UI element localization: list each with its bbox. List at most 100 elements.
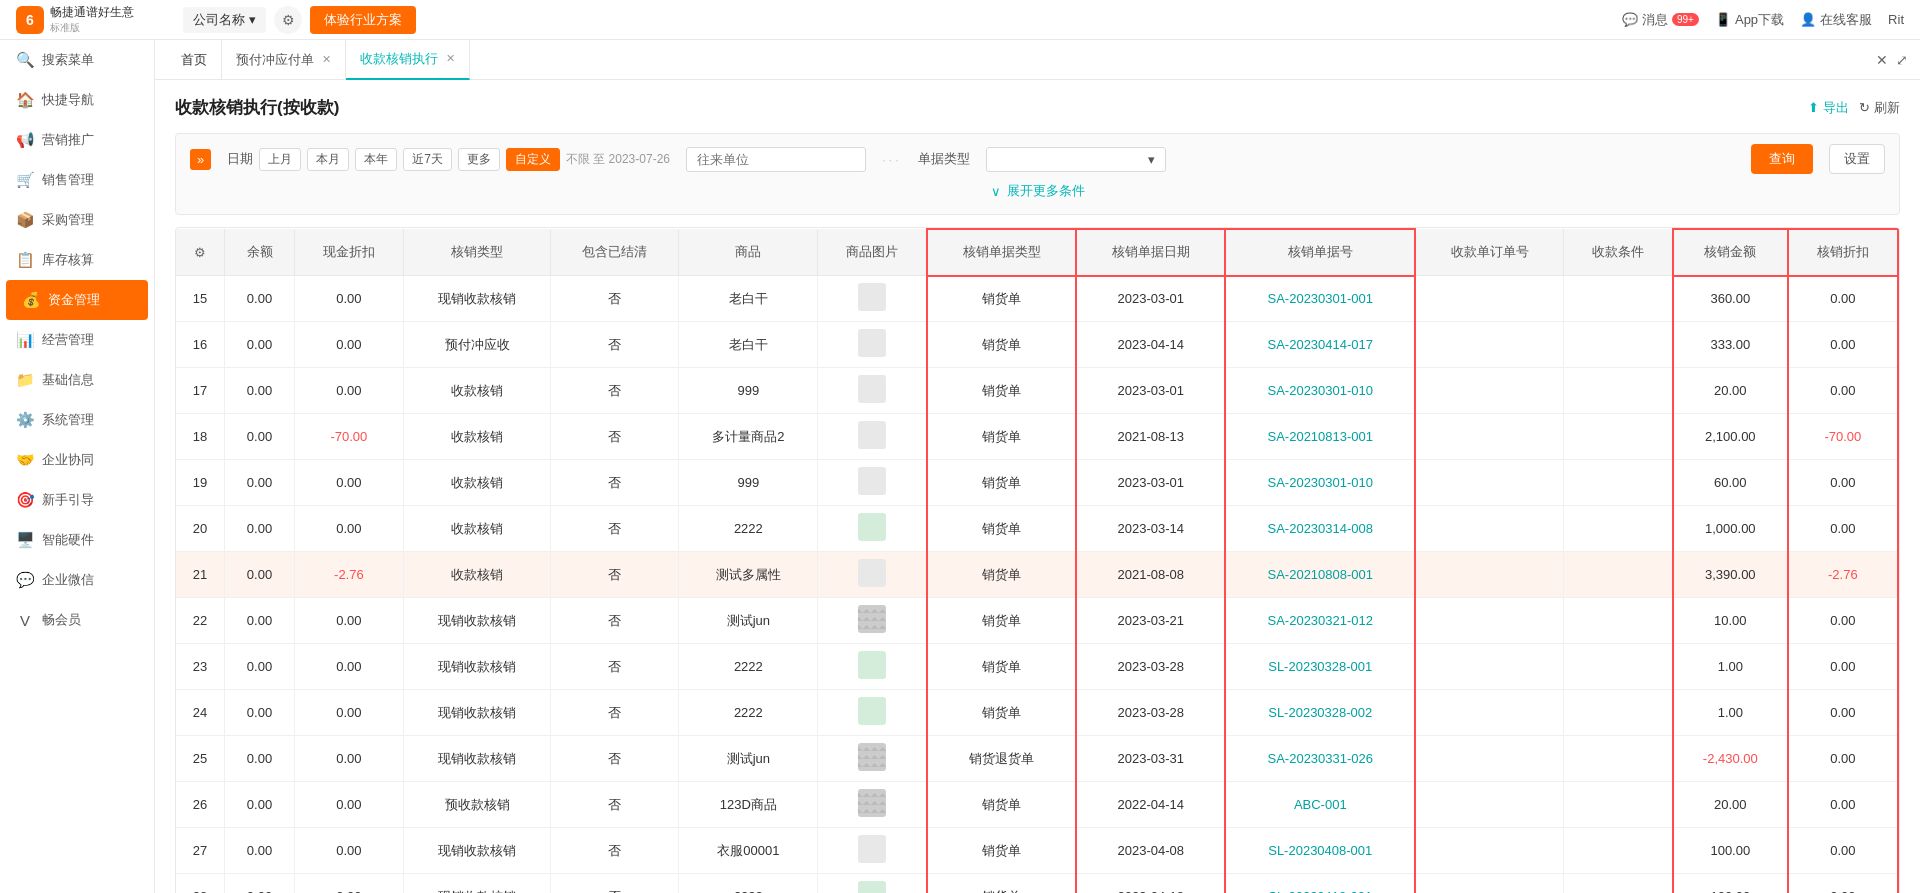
sidebar-item-basic[interactable]: 📁 基础信息 (0, 360, 154, 400)
cell-collection-order (1415, 276, 1563, 322)
cell-verify-date: 2023-03-28 (1076, 690, 1225, 736)
cell-goods-img (818, 690, 928, 736)
date-btn-custom[interactable]: 自定义 (506, 148, 560, 171)
goods-thumbnail (858, 467, 886, 495)
home-icon: 🏠 (16, 91, 34, 109)
cell-verify-amount: 3,390.00 (1673, 552, 1788, 598)
cell-cash-discount: 0.00 (295, 874, 404, 894)
sidebar-item-enterprise[interactable]: 🤝 企业协同 (0, 440, 154, 480)
sidebar-item-hardware[interactable]: 🖥️ 智能硬件 (0, 520, 154, 560)
cell-balance: 0.00 (225, 690, 295, 736)
cell-verify-date: 2023-03-31 (1076, 736, 1225, 782)
tab-collection-close[interactable]: ✕ (446, 52, 455, 65)
sidebar-item-search[interactable]: 🔍 搜索菜单 (0, 40, 154, 80)
cell-cash-discount: 0.00 (295, 506, 404, 552)
refresh-button[interactable]: ↻ 刷新 (1859, 99, 1900, 117)
th-cash-discount: 现金折扣 (295, 229, 404, 276)
setting-button[interactable]: 设置 (1829, 144, 1885, 174)
cell-verify-date: 2023-03-01 (1076, 460, 1225, 506)
table-row: 19 0.00 0.00 收款核销 否 999 销货单 2023-03-01 S… (176, 460, 1898, 506)
solution-button[interactable]: 体验行业方案 (310, 6, 416, 34)
tab-prepaid[interactable]: 预付冲应付单 ✕ (222, 40, 346, 80)
bill-number-link[interactable]: SL-20230328-002 (1268, 705, 1372, 720)
refresh-icon: ↻ (1859, 100, 1870, 115)
company-selector[interactable]: 公司名称 ▾ (183, 7, 266, 33)
th-settings[interactable]: ⚙ (176, 229, 225, 276)
cell-verify-type: 收款核销 (403, 552, 551, 598)
cell-verify-discount: 0.00 (1788, 598, 1898, 644)
cell-verify-discount: 0.00 (1788, 874, 1898, 894)
sidebar-item-sales[interactable]: 🛒 销售管理 (0, 160, 154, 200)
bill-number-link[interactable]: SA-20230301-001 (1268, 291, 1374, 306)
th-collection-order: 收款单订单号 (1415, 229, 1563, 276)
cell-verify-amount: 10.00 (1673, 598, 1788, 644)
expand-more-conditions[interactable]: ∨ 展开更多条件 (190, 182, 1885, 200)
date-btn-last-month[interactable]: 上月 (259, 148, 301, 171)
date-btn-this-month[interactable]: 本月 (307, 148, 349, 171)
page-title: 收款核销执行(按收款) (175, 96, 339, 119)
bill-number-link[interactable]: SL-20230418-001 (1268, 889, 1372, 893)
table-row: 20 0.00 0.00 收款核销 否 2222 销货单 2023-03-14 … (176, 506, 1898, 552)
bill-number-link[interactable]: SA-20230301-010 (1268, 475, 1374, 490)
sidebar-item-marketing[interactable]: 📢 营销推广 (0, 120, 154, 160)
table-row: 25 0.00 0.00 现销收款核销 否 测试jun 销货退货单 2023-0… (176, 736, 1898, 782)
query-button[interactable]: 查询 (1751, 144, 1813, 174)
settings-button[interactable]: ⚙ (274, 6, 302, 34)
th-collection-condition: 收款条件 (1564, 229, 1674, 276)
notification-button[interactable]: 💬 消息 99+ (1622, 11, 1699, 29)
sidebar-item-system[interactable]: ⚙️ 系统管理 (0, 400, 154, 440)
sidebar-item-label: 搜索菜单 (42, 51, 94, 69)
tab-maximize-button[interactable]: ⤢ (1896, 52, 1908, 68)
cell-verify-date: 2023-03-28 (1076, 644, 1225, 690)
sidebar-item-purchase[interactable]: 📦 采购管理 (0, 200, 154, 240)
date-btn-more[interactable]: 更多 (458, 148, 500, 171)
goods-thumbnail (858, 743, 886, 771)
app-download-button[interactable]: 📱 App下载 (1715, 11, 1784, 29)
th-verify-type: 核销类型 (403, 229, 551, 276)
sidebar-item-shortcut[interactable]: 🏠 快捷导航 (0, 80, 154, 120)
date-btn-last-7days[interactable]: 近7天 (403, 148, 452, 171)
bill-number-link[interactable]: SA-20230414-017 (1268, 337, 1374, 352)
bill-number-link[interactable]: SL-20230328-001 (1268, 659, 1372, 674)
cell-included: 否 (551, 460, 679, 506)
cell-goods: 老白干 (679, 276, 818, 322)
bill-number-link[interactable]: SA-20210813-001 (1268, 429, 1374, 444)
user-name[interactable]: Rit (1888, 12, 1904, 27)
single-type-select[interactable]: ▾ (986, 147, 1166, 172)
tab-close-window-button[interactable]: ✕ (1876, 52, 1888, 68)
bill-number-link[interactable]: SA-20210808-001 (1268, 567, 1374, 582)
bill-number-link[interactable]: ABC-001 (1294, 797, 1347, 812)
tab-collection[interactable]: 收款核销执行 ✕ (346, 40, 470, 80)
search-icon: 🔍 (16, 51, 34, 69)
bill-number-link[interactable]: SL-20230408-001 (1268, 843, 1372, 858)
bill-number-link[interactable]: SA-20230314-008 (1268, 521, 1374, 536)
cell-verify-discount: 0.00 (1788, 828, 1898, 874)
cell-included: 否 (551, 690, 679, 736)
sidebar-item-member[interactable]: V 畅会员 (0, 600, 154, 640)
cell-balance: 0.00 (225, 828, 295, 874)
date-btn-this-year[interactable]: 本年 (355, 148, 397, 171)
cell-balance: 0.00 (225, 322, 295, 368)
sidebar-item-operation[interactable]: 📊 经营管理 (0, 320, 154, 360)
tab-prepaid-close[interactable]: ✕ (322, 53, 331, 66)
sidebar-item-label: 新手引导 (42, 491, 94, 509)
bill-number-link[interactable]: SA-20230301-010 (1268, 383, 1374, 398)
bill-number-link[interactable]: SA-20230321-012 (1268, 613, 1374, 628)
bill-number-link[interactable]: SA-20230331-026 (1268, 751, 1374, 766)
tab-home[interactable]: 首页 (167, 40, 222, 80)
cell-balance: 0.00 (225, 874, 295, 894)
cell-verify-type: 收款核销 (403, 368, 551, 414)
sidebar-item-newguide[interactable]: 🎯 新手引导 (0, 480, 154, 520)
cell-balance: 0.00 (225, 276, 295, 322)
online-service-button[interactable]: 👤 在线客服 (1800, 11, 1872, 29)
expand-collapse-btn[interactable]: » (190, 149, 211, 170)
th-include-cleared: 包含已结清 (551, 229, 679, 276)
cell-goods-img (818, 782, 928, 828)
cell-verify-discount: -70.00 (1788, 414, 1898, 460)
export-button[interactable]: ⬆ 导出 (1808, 99, 1849, 117)
sidebar-item-wechat[interactable]: 💬 企业微信 (0, 560, 154, 600)
from-unit-input[interactable] (686, 147, 866, 172)
sidebar-item-finance[interactable]: 💰 资金管理 (6, 280, 148, 320)
sidebar-item-inventory[interactable]: 📋 库存核算 (0, 240, 154, 280)
column-settings-icon[interactable]: ⚙ (186, 238, 214, 266)
